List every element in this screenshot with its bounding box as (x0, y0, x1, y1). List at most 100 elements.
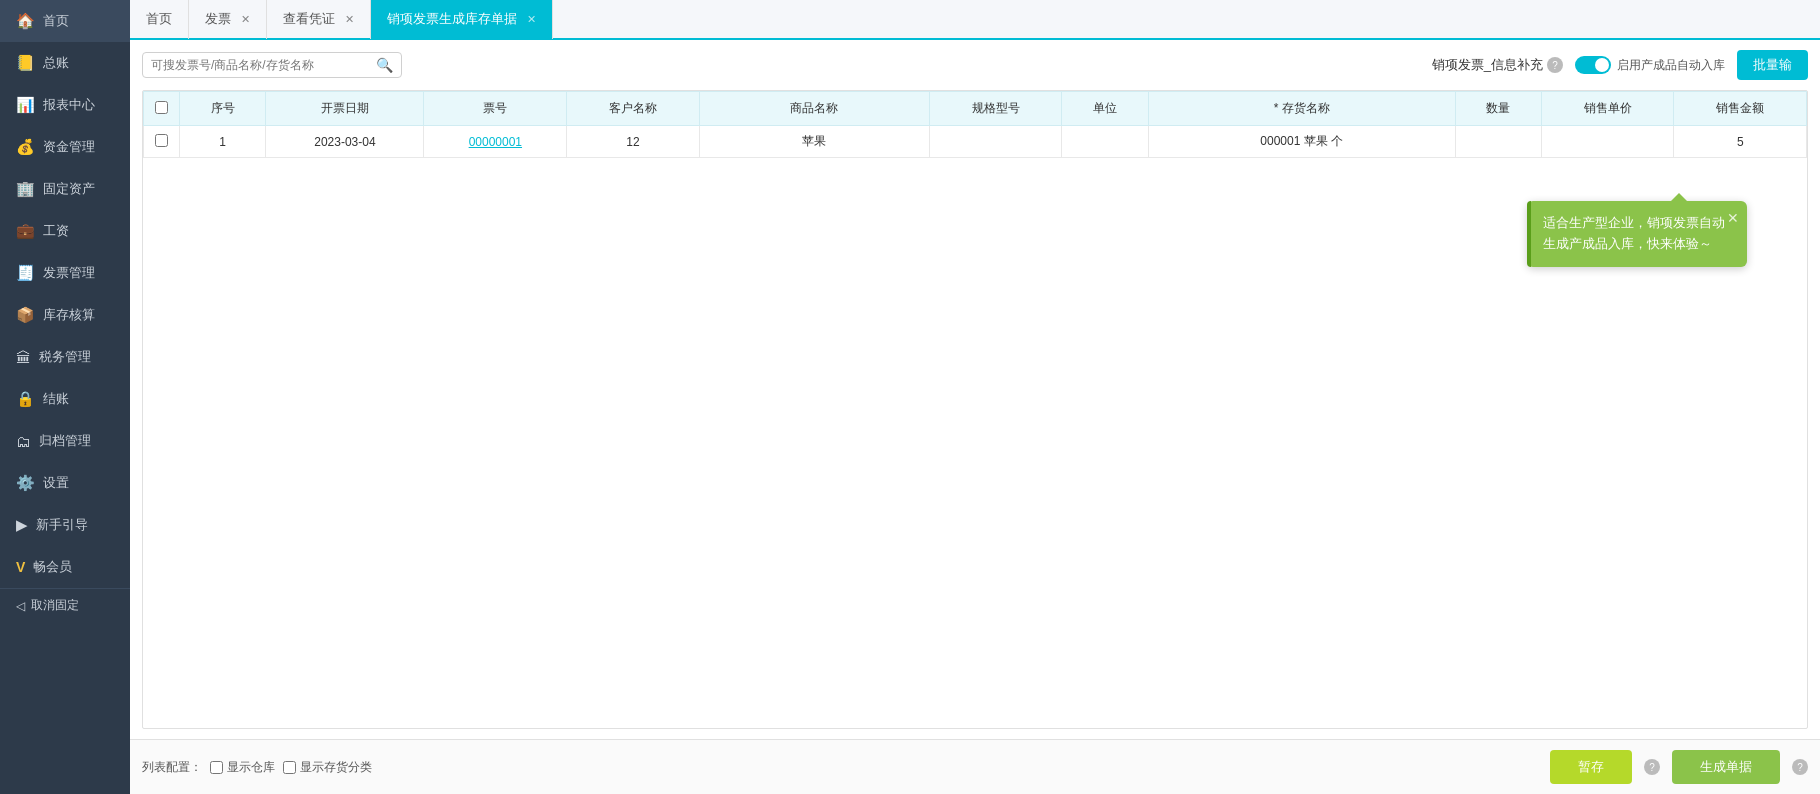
table-wrap: 序号 开票日期 票号 客户名称 商品名称 规格型号 单位 * 存货名称 数量 销… (142, 90, 1808, 729)
col-unit-price: 销售单价 (1542, 92, 1674, 126)
tab-invoice-close[interactable]: ✕ (241, 13, 250, 26)
config-label: 列表配置： (142, 759, 202, 776)
sidebar-label-wages: 工资 (43, 222, 69, 240)
row-product: 苹果 (699, 126, 929, 158)
show-warehouse-text: 显示仓库 (227, 759, 275, 776)
tax-icon: 🏛 (16, 349, 31, 366)
main-area: 首页 发票 ✕ 查看凭证 ✕ 销项发票生成库存单据 ✕ 🔍 销项发票_信息补充 (130, 0, 1820, 794)
sidebar-item-invoices[interactable]: 🧾 发票管理 (0, 252, 130, 294)
row-unit (1062, 126, 1148, 158)
select-all-checkbox[interactable] (155, 101, 168, 114)
sidebar-label-vip: 畅会员 (33, 558, 72, 576)
show-warehouse-checkbox[interactable] (210, 761, 223, 774)
search-bar: 🔍 销项发票_信息补充 ? 启用产成品自动入库 批量输 (142, 50, 1808, 80)
save-help-icon[interactable]: ? (1644, 759, 1660, 775)
row-inventory[interactable]: 000001 苹果 个 (1148, 126, 1455, 158)
col-customer: 客户名称 (567, 92, 699, 126)
row-quantity[interactable] (1455, 126, 1541, 158)
reports-icon: 📊 (16, 96, 35, 114)
show-category-label[interactable]: 显示存货分类 (283, 759, 372, 776)
sidebar-item-ledger[interactable]: 📒 总账 (0, 42, 130, 84)
sidebar-label-home: 首页 (43, 12, 69, 30)
row-seq: 1 (180, 126, 266, 158)
tooltip-close-button[interactable]: ✕ (1727, 207, 1739, 229)
row-spec (929, 126, 1061, 158)
closing-icon: 🔒 (16, 390, 35, 408)
toggle-thumb (1595, 58, 1609, 72)
content-area: 🔍 销项发票_信息补充 ? 启用产成品自动入库 批量输 (130, 40, 1820, 739)
row-date: 2023-03-04 (266, 126, 424, 158)
generate-button[interactable]: 生成单据 (1672, 750, 1780, 784)
tab-sales-storage[interactable]: 销项发票生成库存单据 ✕ (371, 0, 553, 39)
col-spec: 规格型号 (929, 92, 1061, 126)
row-number-link[interactable]: 00000001 (469, 135, 522, 149)
info-help-icon[interactable]: ? (1547, 57, 1563, 73)
row-checkbox-cell[interactable] (144, 126, 180, 158)
sidebar-label-archive: 归档管理 (39, 432, 91, 450)
data-table: 序号 开票日期 票号 客户名称 商品名称 规格型号 单位 * 存货名称 数量 销… (143, 91, 1807, 158)
sidebar-item-funds[interactable]: 💰 资金管理 (0, 126, 130, 168)
info-label: 销项发票_信息补充 ? (1432, 56, 1563, 74)
table-row: 1 2023-03-04 00000001 12 苹果 000001 苹果 个 … (144, 126, 1807, 158)
auto-warehouse-toggle[interactable] (1575, 56, 1611, 74)
guide-icon: ▶ (16, 516, 28, 534)
list-config: 列表配置： 显示仓库 显示存货分类 (142, 759, 372, 776)
sidebar-pin[interactable]: ◁ 取消固定 (0, 588, 130, 622)
col-amount: 销售金额 (1674, 92, 1807, 126)
sidebar-label-ledger: 总账 (43, 54, 69, 72)
footer-actions: 暂存 ? 生成单据 ? (1550, 750, 1808, 784)
generate-help-icon[interactable]: ? (1792, 759, 1808, 775)
sidebar-item-reports[interactable]: 📊 报表中心 (0, 84, 130, 126)
sidebar-label-settings: 设置 (43, 474, 69, 492)
sidebar-item-inventory[interactable]: 📦 库存核算 (0, 294, 130, 336)
row-number[interactable]: 00000001 (424, 126, 567, 158)
sidebar-label-tax: 税务管理 (39, 348, 91, 366)
show-category-text: 显示存货分类 (300, 759, 372, 776)
sidebar-item-assets[interactable]: 🏢 固定资产 (0, 168, 130, 210)
tooltip-bar (1527, 201, 1531, 267)
tab-invoice-label: 发票 (205, 10, 231, 28)
col-checkbox[interactable] (144, 92, 180, 126)
tab-sales-storage-close[interactable]: ✕ (527, 13, 536, 26)
sidebar-item-guide[interactable]: ▶ 新手引导 (0, 504, 130, 546)
col-date: 开票日期 (266, 92, 424, 126)
tab-voucher-close[interactable]: ✕ (345, 13, 354, 26)
show-warehouse-label[interactable]: 显示仓库 (210, 759, 275, 776)
tab-invoice[interactable]: 发票 ✕ (189, 0, 267, 39)
col-number: 票号 (424, 92, 567, 126)
row-amount: 5 (1674, 126, 1807, 158)
table-header-row: 序号 开票日期 票号 客户名称 商品名称 规格型号 单位 * 存货名称 数量 销… (144, 92, 1807, 126)
row-unit-price[interactable] (1542, 126, 1674, 158)
sidebar: 🏠 首页 📒 总账 📊 报表中心 💰 资金管理 🏢 固定资产 💼 工资 🧾 发票… (0, 0, 130, 794)
footer: 列表配置： 显示仓库 显示存货分类 暂存 ? 生成单据 ? (130, 739, 1820, 794)
tab-voucher-label: 查看凭证 (283, 10, 335, 28)
sidebar-item-vip[interactable]: V 畅会员 (0, 546, 130, 588)
assets-icon: 🏢 (16, 180, 35, 198)
row-checkbox[interactable] (155, 134, 168, 147)
vip-icon: V (16, 559, 25, 575)
tab-home[interactable]: 首页 (130, 0, 189, 39)
col-inventory: * 存货名称 (1148, 92, 1455, 126)
search-icon: 🔍 (376, 57, 393, 73)
search-input-wrap[interactable]: 🔍 (142, 52, 402, 78)
sidebar-item-tax[interactable]: 🏛 税务管理 (0, 336, 130, 378)
search-input[interactable] (151, 58, 376, 72)
sidebar-label-funds: 资金管理 (43, 138, 95, 156)
batch-button[interactable]: 批量输 (1737, 50, 1808, 80)
show-category-checkbox[interactable] (283, 761, 296, 774)
tab-voucher[interactable]: 查看凭证 ✕ (267, 0, 371, 39)
col-quantity: 数量 (1455, 92, 1541, 126)
sidebar-label-assets: 固定资产 (43, 180, 95, 198)
sidebar-item-wages[interactable]: 💼 工资 (0, 210, 130, 252)
sidebar-label-guide: 新手引导 (36, 516, 88, 534)
sidebar-item-home[interactable]: 🏠 首页 (0, 0, 130, 42)
sidebar-label-closing: 结账 (43, 390, 69, 408)
save-button[interactable]: 暂存 (1550, 750, 1632, 784)
sidebar-label-reports: 报表中心 (43, 96, 95, 114)
sidebar-item-settings[interactable]: ⚙️ 设置 (0, 462, 130, 504)
sidebar-item-archive[interactable]: 🗂 归档管理 (0, 420, 130, 462)
sidebar-label-invoices: 发票管理 (43, 264, 95, 282)
sidebar-item-closing[interactable]: 🔒 结账 (0, 378, 130, 420)
funds-icon: 💰 (16, 138, 35, 156)
settings-icon: ⚙️ (16, 474, 35, 492)
